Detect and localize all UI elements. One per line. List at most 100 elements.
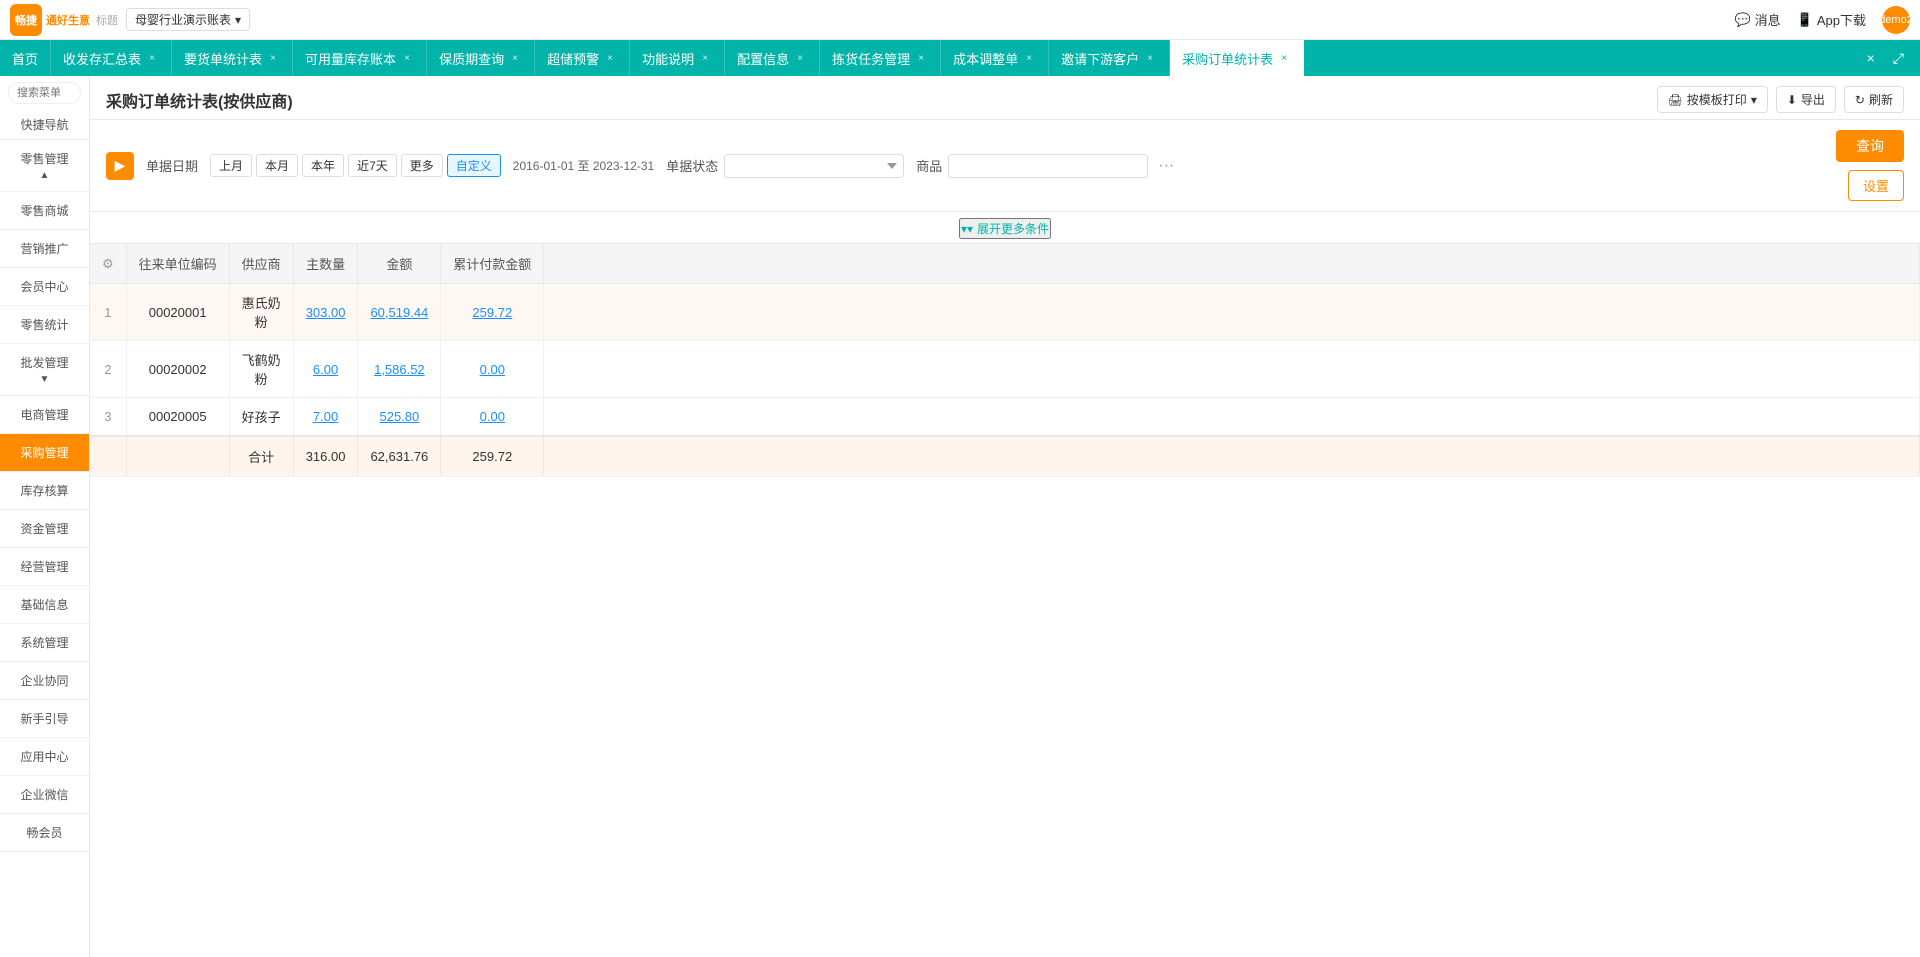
sidebar-item-retail-shop[interactable]: 零售商城 — [0, 192, 89, 230]
goods-input[interactable] — [948, 154, 1148, 178]
tab-config[interactable]: 配置信息 × — [725, 40, 820, 76]
sidebar-item-enterprise[interactable]: 企业协同 — [0, 662, 89, 700]
expand-conditions-btn[interactable]: ▾▾ 展开更多条件 — [959, 218, 1051, 239]
sidebar-item-new-guide[interactable]: 新手引导 — [0, 700, 89, 738]
sidebar-item-quick-nav[interactable]: 快捷导航 — [0, 110, 89, 140]
sidebar-item-enterprise-wechat[interactable]: 企业微信 — [0, 776, 89, 814]
print-button[interactable]: 🖨 按模板打印 ▾ — [1657, 86, 1768, 113]
filter-row-main: ▶ 单据日期 上月 本月 本年 近7天 更多 自定义 2016-01-01 至 … — [106, 130, 1904, 201]
filter-toggle-btn[interactable]: ▶ — [106, 152, 134, 180]
tab-home[interactable]: 首页 — [0, 40, 51, 76]
query-button[interactable]: 查询 — [1836, 130, 1904, 162]
sidebar-item-inventory[interactable]: 库存核算 — [0, 472, 89, 510]
sidebar-item-app-center[interactable]: 应用中心 — [0, 738, 89, 776]
nav-expand-btn[interactable]: ⤢ — [1885, 46, 1912, 71]
tab-function-desc-label: 功能说明 — [642, 49, 694, 68]
tab-invite-label: 邀请下游客户 — [1061, 49, 1139, 68]
setting-button[interactable]: 设置 — [1848, 170, 1904, 201]
cell-paid[interactable]: 0.00 — [441, 341, 544, 398]
settings-icon[interactable]: ⚙ — [102, 256, 114, 271]
chevron-down-icon: ▾ — [235, 13, 241, 27]
date-btn-last-7days[interactable]: 近7天 — [348, 154, 397, 177]
content-area: 采购订单统计表(按供应商) 🖨 按模板打印 ▾ ⬇ 导出 ↻ 刷新 — [90, 76, 1920, 957]
col-code: 往来单位编码 — [126, 244, 229, 284]
sidebar-item-system[interactable]: 系统管理 — [0, 624, 89, 662]
date-btn-more[interactable]: 更多 — [401, 154, 443, 177]
tab-function-desc[interactable]: 功能说明 × — [630, 40, 725, 76]
date-btn-last-month[interactable]: 上月 — [210, 154, 252, 177]
purchase-label: 采购管理 — [20, 444, 68, 461]
enterprise-label: 企业协同 — [20, 672, 68, 689]
chevron-down-icon: ▼ — [40, 374, 50, 385]
tab-order-summary-close[interactable]: × — [266, 51, 280, 65]
tab-invite[interactable]: 邀请下游客户 × — [1049, 40, 1170, 76]
cell-paid[interactable]: 259.72 — [441, 284, 544, 341]
tab-order-summary[interactable]: 要货单统计表 × — [172, 40, 293, 76]
table-header-row: ⚙ 往来单位编码 供应商 主数量 金额 累计付款金额 — [90, 244, 1920, 284]
status-filter-field: 单据状态 — [666, 154, 904, 178]
sidebar-item-member[interactable]: 会员中心 — [0, 268, 89, 306]
date-btn-this-month[interactable]: 本月 — [256, 154, 298, 177]
tab-pick-task[interactable]: 拣货任务管理 × — [820, 40, 941, 76]
sidebar-item-vip[interactable]: 畅会员 — [0, 814, 89, 852]
app-download-btn[interactable]: 📱 App下载 — [1797, 10, 1866, 29]
tab-inventory-book-close[interactable]: × — [400, 51, 414, 65]
sidebar-item-marketing[interactable]: 营销推广 — [0, 230, 89, 268]
cell-paid[interactable]: 0.00 — [441, 398, 544, 437]
tab-receive-summary-close[interactable]: × — [145, 51, 159, 65]
sidebar-item-purchase[interactable]: 采购管理 — [0, 434, 89, 472]
tab-purchase-summary-close[interactable]: × — [1277, 51, 1291, 65]
search-input[interactable] — [8, 82, 81, 104]
col-amount: 金额 — [358, 244, 441, 284]
tab-expiry-query-close[interactable]: × — [508, 51, 522, 65]
cell-amount[interactable]: 60,519.44 — [358, 284, 441, 341]
export-button[interactable]: ⬇ 导出 — [1776, 86, 1836, 113]
tab-pick-task-close[interactable]: × — [914, 51, 928, 65]
cell-qty[interactable]: 7.00 — [293, 398, 358, 437]
sidebar-item-basic-info[interactable]: 基础信息 — [0, 586, 89, 624]
cell-extra — [544, 284, 1920, 341]
col-paid: 累计付款金额 — [441, 244, 544, 284]
message-btn[interactable]: 💬 消息 — [1734, 10, 1780, 29]
new-guide-label: 新手引导 — [20, 710, 68, 727]
cell-qty[interactable]: 303.00 — [293, 284, 358, 341]
sidebar-item-wholesale[interactable]: 批发管理 ▼ — [0, 344, 89, 396]
tab-purchase-summary[interactable]: 采购订单统计表 × — [1170, 40, 1304, 76]
sidebar-item-finance[interactable]: 资金管理 — [0, 510, 89, 548]
cell-amount[interactable]: 525.80 — [358, 398, 441, 437]
workspace-label: 母婴行业演示账表 — [135, 11, 231, 28]
cell-amount[interactable]: 1,586.52 — [358, 341, 441, 398]
sidebar-item-zero-retail[interactable]: 零售管理 ▲ — [0, 140, 89, 192]
marketing-label: 营销推广 — [20, 240, 68, 257]
top-bar-right: 💬 消息 📱 App下载 demo2 — [1734, 6, 1910, 34]
tab-expiry-query[interactable]: 保质期查询 × — [427, 40, 535, 76]
date-btn-custom[interactable]: 自定义 — [447, 154, 501, 177]
col-qty: 主数量 — [293, 244, 358, 284]
tab-cost-adjust[interactable]: 成本调整单 × — [941, 40, 1049, 76]
workspace-selector[interactable]: 母婴行业演示账表 ▾ — [126, 8, 250, 31]
status-select[interactable] — [724, 154, 904, 178]
cell-seq: 1 — [90, 284, 126, 341]
goods-more-btn[interactable]: ··· — [1154, 157, 1178, 175]
tab-overstock-close[interactable]: × — [603, 51, 617, 65]
tab-cost-adjust-close[interactable]: × — [1022, 51, 1036, 65]
tab-invite-close[interactable]: × — [1143, 51, 1157, 65]
tab-overstock[interactable]: 超储预警 × — [535, 40, 630, 76]
cell-qty[interactable]: 6.00 — [293, 341, 358, 398]
main-layout: 快捷导航 零售管理 ▲ 零售商城 营销推广 会员中心 零售统计 批发管理 ▼ 电… — [0, 76, 1920, 957]
tab-config-close[interactable]: × — [793, 51, 807, 65]
nav-close-btn[interactable]: × — [1859, 46, 1883, 70]
user-profile[interactable]: demo2 — [1882, 6, 1910, 34]
tab-function-desc-close[interactable]: × — [698, 51, 712, 65]
date-btn-this-year[interactable]: 本年 — [302, 154, 344, 177]
tab-inventory-book[interactable]: 可用量库存账本 × — [293, 40, 427, 76]
nav-tabs: 首页 收发存汇总表 × 要货单统计表 × 可用量库存账本 × 保质期查询 × 超… — [0, 40, 1920, 76]
sidebar-item-retail-stat[interactable]: 零售统计 — [0, 306, 89, 344]
refresh-button[interactable]: ↻ 刷新 — [1844, 86, 1904, 113]
tab-cost-adjust-label: 成本调整单 — [953, 49, 1018, 68]
sidebar-item-ecommerce[interactable]: 电商管理 — [0, 396, 89, 434]
sidebar-item-operations[interactable]: 经营管理 — [0, 548, 89, 586]
tab-receive-summary[interactable]: 收发存汇总表 × — [51, 40, 172, 76]
top-bar-left: 畅捷 通好生意 标题 母婴行业演示账表 ▾ — [10, 4, 250, 36]
print-icon: 🖨 — [1668, 93, 1683, 107]
